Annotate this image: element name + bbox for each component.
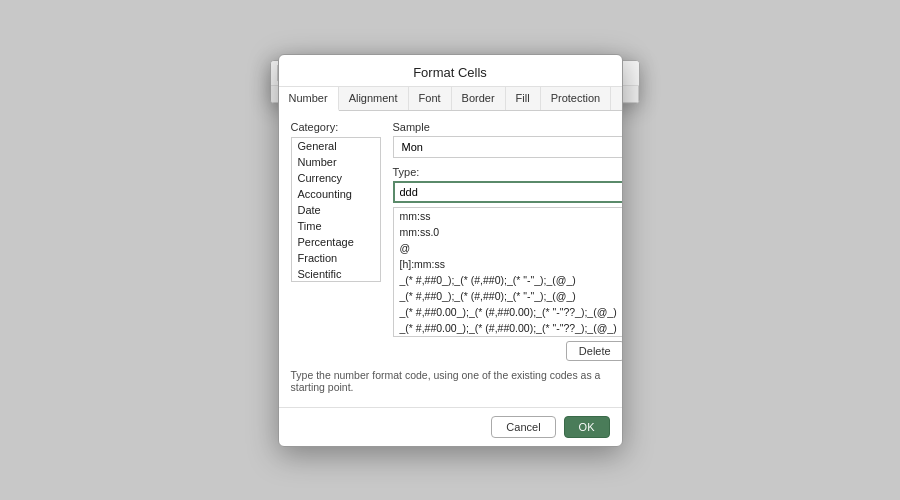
type-list-item[interactable]: mm:ss (394, 208, 623, 224)
category-label: Category: (291, 121, 381, 133)
sample-box: Mon (393, 136, 623, 158)
ok-button[interactable]: OK (564, 416, 610, 438)
category-item[interactable]: General (292, 138, 380, 154)
category-item[interactable]: Percentage (292, 234, 380, 250)
type-list-item[interactable]: _(* #,##0.00_);_(* (#,##0.00);_(* "-"??_… (394, 320, 623, 336)
category-list[interactable]: GeneralNumberCurrencyAccountingDateTimeP… (291, 137, 381, 282)
cancel-button[interactable]: Cancel (491, 416, 555, 438)
type-list-item[interactable]: mm:ss.0 (394, 224, 623, 240)
type-list-item[interactable]: [$-en-PH]dddd, mmmm d, yyyy (394, 336, 623, 337)
delete-button[interactable]: Delete (566, 341, 623, 361)
category-item[interactable]: Number (292, 154, 380, 170)
type-list-item[interactable]: @ (394, 240, 623, 256)
type-list-item[interactable]: _(* #,##0.00_);_(* (#,##0.00);_(* "-"??_… (394, 304, 623, 320)
tab-alignment[interactable]: Alignment (339, 87, 409, 110)
type-list-item[interactable]: _(* #,##0_);_(* (#,##0);_(* "-"_);_(@_) (394, 288, 623, 304)
dialog-tabs: Number Alignment Font Border Fill Protec… (279, 87, 622, 111)
category-item[interactable]: Scientific (292, 266, 380, 282)
category-item[interactable]: Fraction (292, 250, 380, 266)
type-list-item[interactable]: _(* #,##0_);_(* (#,##0);_(* "-"_);_(@_) (394, 272, 623, 288)
category-item[interactable]: Time (292, 218, 380, 234)
type-input[interactable] (393, 181, 623, 203)
tab-border[interactable]: Border (452, 87, 506, 110)
hint-text: Type the number format code, using one o… (291, 369, 610, 397)
category-item[interactable]: Accounting (292, 186, 380, 202)
tab-protection[interactable]: Protection (541, 87, 612, 110)
dialog-title: Format Cells (279, 55, 622, 87)
tab-font[interactable]: Font (409, 87, 452, 110)
tab-fill[interactable]: Fill (506, 87, 541, 110)
type-list[interactable]: mm:ssmm:ss.0@[h]:mm:ss_(* #,##0_);_(* (#… (393, 207, 623, 337)
category-item[interactable]: Date (292, 202, 380, 218)
format-cells-dialog: Format Cells Number Alignment Font Borde… (278, 54, 623, 447)
sample-label: Sample (393, 121, 623, 133)
category-item[interactable]: Currency (292, 170, 380, 186)
type-label: Type: (393, 166, 623, 178)
tab-number[interactable]: Number (279, 87, 339, 111)
type-list-item[interactable]: [h]:mm:ss (394, 256, 623, 272)
